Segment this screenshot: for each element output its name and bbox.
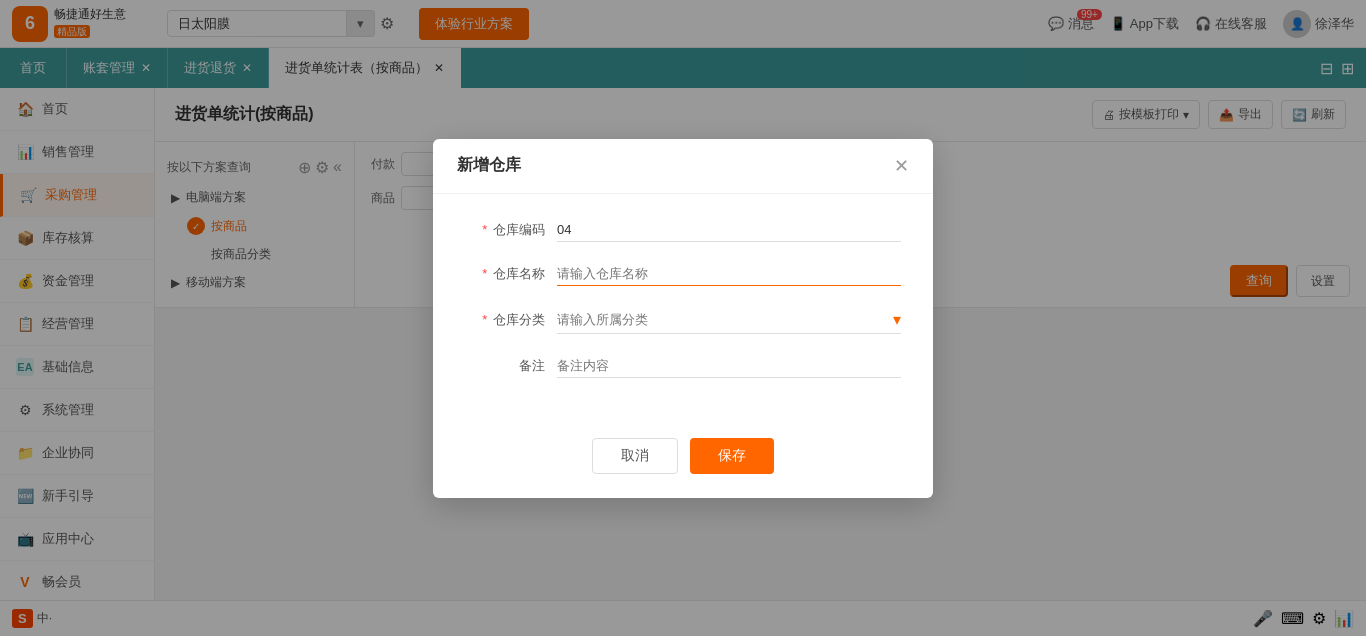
- code-input[interactable]: [557, 218, 901, 242]
- name-label: * 仓库名称: [465, 265, 545, 283]
- category-input[interactable]: [557, 312, 893, 327]
- new-warehouse-modal: 新增仓库 ✕ * 仓库编码 * 仓库名称: [433, 139, 933, 498]
- name-input[interactable]: [557, 262, 901, 286]
- modal-overlay: 新增仓库 ✕ * 仓库编码 * 仓库名称: [0, 0, 1366, 636]
- modal-footer: 取消 保存: [433, 422, 933, 498]
- note-input[interactable]: [557, 354, 901, 378]
- category-dropdown-icon[interactable]: ▾: [893, 310, 901, 329]
- form-row-code: * 仓库编码: [465, 218, 901, 242]
- note-label: 备注: [465, 357, 545, 375]
- code-label: * 仓库编码: [465, 221, 545, 239]
- cancel-btn[interactable]: 取消: [592, 438, 678, 474]
- modal-body: * 仓库编码 * 仓库名称 * 仓库分类: [433, 194, 933, 422]
- save-btn[interactable]: 保存: [690, 438, 774, 474]
- form-row-name: * 仓库名称: [465, 262, 901, 286]
- form-row-category: * 仓库分类 ▾: [465, 306, 901, 334]
- modal-close-btn[interactable]: ✕: [894, 155, 909, 177]
- modal-header: 新增仓库 ✕: [433, 139, 933, 194]
- modal-title: 新增仓库: [457, 155, 521, 176]
- category-select-row: ▾: [557, 306, 901, 334]
- category-label: * 仓库分类: [465, 311, 545, 329]
- form-row-note: 备注: [465, 354, 901, 378]
